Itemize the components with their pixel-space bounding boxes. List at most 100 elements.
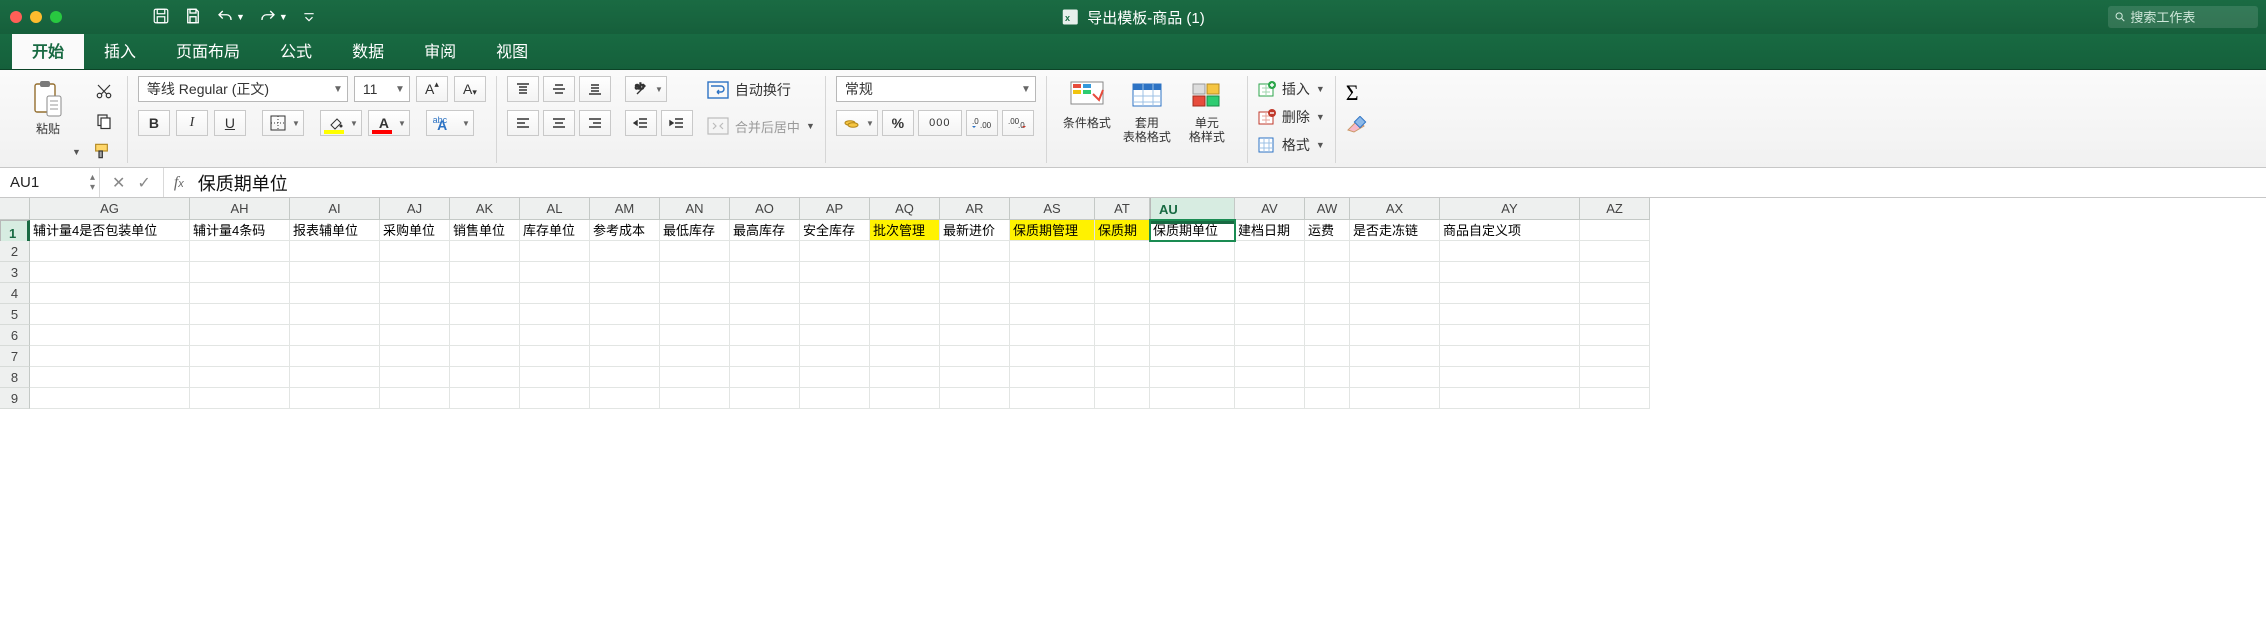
- align-bottom-button[interactable]: [579, 76, 611, 102]
- tab-review[interactable]: 审阅: [404, 31, 476, 69]
- column-header[interactable]: AH: [190, 198, 290, 220]
- cell[interactable]: 建档日期: [1235, 220, 1305, 241]
- column-header[interactable]: AJ: [380, 198, 450, 220]
- format-cells-button[interactable]: 格式▼: [1258, 134, 1325, 156]
- italic-button[interactable]: I: [176, 110, 208, 136]
- align-center-button[interactable]: [543, 110, 575, 136]
- cell[interactable]: 销售单位: [450, 220, 520, 241]
- cell[interactable]: [290, 346, 380, 367]
- cell[interactable]: [1440, 262, 1580, 283]
- cell[interactable]: [1150, 283, 1235, 304]
- cell[interactable]: [1580, 283, 1650, 304]
- increase-indent-button[interactable]: [661, 110, 693, 136]
- merge-center-button[interactable]: 合并后居中 ▼: [707, 114, 815, 138]
- cell[interactable]: [730, 283, 800, 304]
- cell[interactable]: [800, 283, 870, 304]
- cell[interactable]: [800, 304, 870, 325]
- column-header[interactable]: AR: [940, 198, 1010, 220]
- cell[interactable]: [520, 325, 590, 346]
- cell[interactable]: [1350, 304, 1440, 325]
- cell[interactable]: [30, 241, 190, 262]
- paste-button[interactable]: 粘贴: [18, 76, 78, 136]
- cell[interactable]: [660, 262, 730, 283]
- row-header[interactable]: 8: [0, 367, 30, 388]
- table-style-button[interactable]: 套用 表格格式: [1117, 76, 1177, 145]
- cell[interactable]: [380, 346, 450, 367]
- border-button[interactable]: ▼: [262, 110, 304, 136]
- cell[interactable]: [590, 241, 660, 262]
- cell[interactable]: [30, 304, 190, 325]
- cell[interactable]: [1095, 241, 1150, 262]
- cell[interactable]: [1350, 367, 1440, 388]
- column-header[interactable]: AZ: [1580, 198, 1650, 220]
- cell[interactable]: [660, 367, 730, 388]
- cell[interactable]: [520, 262, 590, 283]
- autosum-button[interactable]: Σ: [1346, 80, 1368, 106]
- cell[interactable]: [1010, 283, 1095, 304]
- cell[interactable]: [450, 325, 520, 346]
- cell[interactable]: [1235, 325, 1305, 346]
- cell[interactable]: 保质期: [1095, 220, 1150, 241]
- cell[interactable]: [1350, 388, 1440, 409]
- tab-insert[interactable]: 插入: [84, 31, 156, 69]
- copy-button[interactable]: [91, 110, 117, 132]
- cell[interactable]: [1095, 346, 1150, 367]
- cell[interactable]: [940, 283, 1010, 304]
- tab-view[interactable]: 视图: [476, 31, 548, 69]
- close-window-button[interactable]: [10, 11, 22, 23]
- cell[interactable]: [940, 325, 1010, 346]
- cell[interactable]: 安全库存: [800, 220, 870, 241]
- cell[interactable]: [380, 241, 450, 262]
- cell[interactable]: [870, 346, 940, 367]
- align-right-button[interactable]: [579, 110, 611, 136]
- cell[interactable]: [590, 346, 660, 367]
- cell[interactable]: [800, 388, 870, 409]
- cell[interactable]: [380, 367, 450, 388]
- column-header[interactable]: AX: [1350, 198, 1440, 220]
- cell[interactable]: [660, 241, 730, 262]
- wrap-text-button[interactable]: 自动换行: [707, 78, 815, 102]
- cell[interactable]: 最高库存: [730, 220, 800, 241]
- underline-button[interactable]: U: [214, 110, 246, 136]
- qat-customize-button[interactable]: [302, 9, 316, 26]
- cell[interactable]: [1010, 304, 1095, 325]
- cell[interactable]: 辅计量4是否包装单位: [30, 220, 190, 241]
- cell[interactable]: [1235, 304, 1305, 325]
- cell[interactable]: [190, 325, 290, 346]
- cell[interactable]: [1010, 346, 1095, 367]
- row-header[interactable]: 2: [0, 241, 30, 262]
- cell[interactable]: [870, 325, 940, 346]
- paste-dropdown-icon[interactable]: ▼: [72, 147, 81, 157]
- currency-button[interactable]: ▼: [836, 110, 878, 136]
- cell[interactable]: [1095, 283, 1150, 304]
- name-box-stepper[interactable]: ▴▾: [90, 173, 95, 193]
- comma-style-button[interactable]: 000: [918, 110, 962, 136]
- cell[interactable]: [1150, 346, 1235, 367]
- cell[interactable]: 报表辅单位: [290, 220, 380, 241]
- align-top-button[interactable]: [507, 76, 539, 102]
- cell[interactable]: [590, 262, 660, 283]
- cell[interactable]: [1580, 367, 1650, 388]
- row-header[interactable]: 4: [0, 283, 30, 304]
- sheet-search[interactable]: [2108, 6, 2258, 28]
- cell[interactable]: [660, 346, 730, 367]
- row-header[interactable]: 6: [0, 325, 30, 346]
- conditional-format-button[interactable]: 条件格式: [1057, 76, 1117, 130]
- minimize-window-button[interactable]: [30, 11, 42, 23]
- cell[interactable]: [800, 346, 870, 367]
- cell[interactable]: [380, 304, 450, 325]
- cell[interactable]: [190, 304, 290, 325]
- maximize-window-button[interactable]: [50, 11, 62, 23]
- cell[interactable]: [660, 304, 730, 325]
- cell[interactable]: [1440, 304, 1580, 325]
- cell[interactable]: [730, 241, 800, 262]
- cell[interactable]: [590, 283, 660, 304]
- column-header[interactable]: AT: [1095, 198, 1150, 220]
- formula-value[interactable]: 保质期单位: [194, 170, 288, 196]
- font-color-button[interactable]: A▼: [368, 110, 410, 136]
- column-header[interactable]: AO: [730, 198, 800, 220]
- cell[interactable]: [1150, 241, 1235, 262]
- cell[interactable]: [800, 262, 870, 283]
- orientation-button[interactable]: ab▼: [625, 76, 667, 102]
- cell[interactable]: [1350, 325, 1440, 346]
